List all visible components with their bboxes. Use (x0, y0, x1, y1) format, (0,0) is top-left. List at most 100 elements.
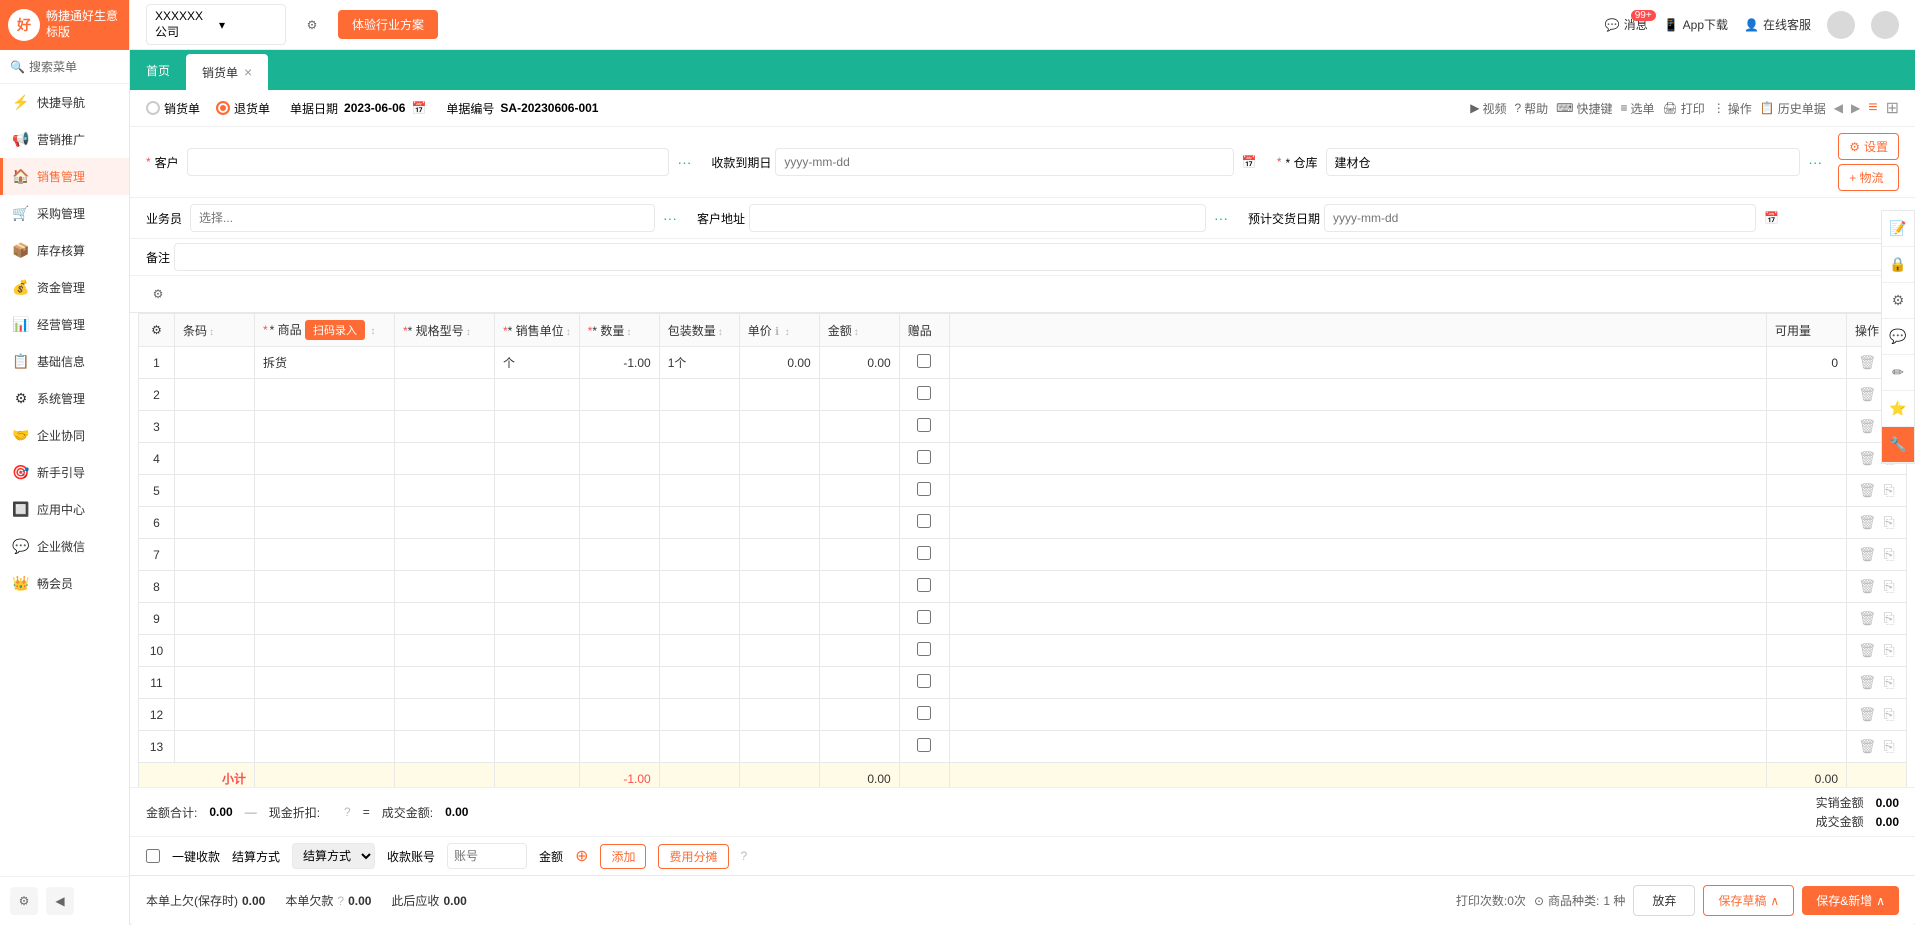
float-orange-icon[interactable]: 🔧 (1882, 427, 1914, 463)
expense-help-icon[interactable]: ? (741, 849, 748, 863)
row-gift-1[interactable] (899, 379, 949, 411)
float-chat-icon[interactable]: 💬 (1882, 319, 1914, 355)
add-circle-icon[interactable]: ⊕ (575, 846, 588, 866)
warehouse-input[interactable] (1326, 148, 1801, 176)
row-gift-6[interactable] (899, 539, 949, 571)
sidebar-item-畅会员[interactable]: 👑畅会员 (0, 565, 129, 602)
salesperson-input[interactable] (190, 204, 655, 232)
company-selector[interactable]: XXXXXX公司 ▾ (146, 4, 286, 45)
nav-next-icon[interactable]: ▶ (1851, 101, 1860, 115)
th-avail[interactable]: 可用量 (1767, 314, 1847, 347)
sidebar-item-企业微信[interactable]: 💬企业微信 (0, 528, 129, 565)
th-amount[interactable]: 金额↕ (819, 314, 899, 347)
row-gift-5[interactable] (899, 507, 949, 539)
header-gear-btn[interactable]: ⚙ (298, 11, 326, 39)
sidebar-collapse-btn[interactable]: ◀ (46, 887, 74, 915)
view-icon-1[interactable]: ≡ (1868, 99, 1877, 117)
th-qty[interactable]: ** 数量↕ (579, 314, 659, 347)
row-gift-7[interactable] (899, 571, 949, 603)
account-input[interactable] (447, 843, 527, 869)
logistics-btn[interactable]: + 物流 (1838, 164, 1899, 191)
sidebar-item-快捷导航[interactable]: ⚡快捷导航 (0, 84, 129, 121)
th-gift[interactable]: 赠品 (899, 314, 949, 347)
row-copy-4[interactable]: ⎘ (1881, 482, 1896, 499)
row-delete-2[interactable]: 🗑 (1856, 418, 1878, 435)
receipt-date-input[interactable] (775, 148, 1233, 176)
row-copy-7[interactable]: ⎘ (1881, 578, 1896, 595)
row-delete-5[interactable]: 🗑 (1856, 514, 1878, 531)
row-gift-0[interactable] (899, 347, 949, 379)
row-gift-8[interactable] (899, 603, 949, 635)
add-payment-btn[interactable]: 添加 (600, 844, 646, 869)
app-download-btn[interactable]: 📱 App下载 (1664, 16, 1728, 33)
sidebar-item-营销推广[interactable]: 📢营销推广 (0, 121, 129, 158)
sidebar-item-销售管理[interactable]: 🏠销售管理 (0, 158, 129, 195)
customer-input[interactable] (187, 148, 670, 176)
help-circle-icon[interactable]: ? (344, 805, 351, 819)
sidebar-item-采购管理[interactable]: 🛒采购管理 (0, 195, 129, 232)
sidebar-settings-btn[interactable]: ⚙ (10, 887, 38, 915)
calendar-icon[interactable]: 📅 (411, 101, 426, 115)
trial-button[interactable]: 体验行业方案 (338, 10, 438, 39)
expected-calendar-icon[interactable]: 📅 (1764, 211, 1779, 225)
th-pkg[interactable]: 包装数量↕ (659, 314, 739, 347)
expected-date-input[interactable] (1324, 204, 1756, 232)
row-copy-11[interactable]: ⎘ (1881, 706, 1896, 723)
sidebar-item-应用中心[interactable]: 🔲应用中心 (0, 491, 129, 528)
th-product[interactable]: ** 商品 扫码录入 ↕ (255, 314, 395, 347)
th-spec[interactable]: ** 规格型号↕ (395, 314, 495, 347)
customer-addr-input[interactable] (749, 204, 1206, 232)
row-delete-3[interactable]: 🗑 (1856, 450, 1878, 467)
select-link[interactable]: ≡ 选单 (1621, 100, 1655, 117)
row-gift-9[interactable] (899, 635, 949, 667)
row-gift-4[interactable] (899, 475, 949, 507)
row-copy-6[interactable]: ⎘ (1881, 546, 1896, 563)
expense-btn[interactable]: 费用分摊 (658, 844, 728, 869)
row-gift-10[interactable] (899, 667, 949, 699)
row-copy-9[interactable]: ⎘ (1881, 642, 1896, 659)
row-delete-10[interactable]: 🗑 (1856, 674, 1878, 691)
sidebar-item-系统管理[interactable]: ⚙系统管理 (0, 380, 129, 417)
price-info-icon[interactable]: ℹ (775, 326, 779, 338)
save-draft-btn[interactable]: 保存草稿 ∧ (1703, 885, 1794, 916)
sidebar-item-企业协同[interactable]: 🤝企业协同 (0, 417, 129, 454)
radio-return[interactable]: 退货单 (216, 100, 270, 117)
radio-sale[interactable]: 销货单 (146, 100, 200, 117)
remarks-input[interactable] (174, 243, 1899, 271)
row-gift-3[interactable] (899, 443, 949, 475)
float-lock-icon[interactable]: 🔒 (1882, 247, 1914, 283)
row-gift-2[interactable] (899, 411, 949, 443)
float-settings-icon[interactable]: ⚙ (1882, 283, 1914, 319)
float-star-icon[interactable]: ⭐ (1882, 391, 1914, 427)
row-delete-4[interactable]: 🗑 (1856, 482, 1878, 499)
row-gift-12[interactable] (899, 731, 949, 763)
single-debt-help[interactable]: ? (337, 894, 344, 908)
th-barcode[interactable]: 条码↕ (175, 314, 255, 347)
float-notes-icon[interactable]: 📝 (1882, 211, 1914, 247)
row-copy-5[interactable]: ⎘ (1881, 514, 1896, 531)
row-delete-9[interactable]: 🗑 (1856, 642, 1878, 659)
tab-sale-order[interactable]: 销货单 × (186, 54, 268, 90)
addr-dots[interactable]: ··· (1214, 210, 1228, 226)
row-copy-10[interactable]: ⎘ (1881, 674, 1896, 691)
row-delete-6[interactable]: 🗑 (1856, 546, 1878, 563)
one-click-checkbox[interactable] (146, 849, 160, 863)
receipt-calendar-icon[interactable]: 📅 (1242, 155, 1257, 169)
row-copy-12[interactable]: ⎘ (1881, 738, 1896, 755)
salesperson-dots[interactable]: ··· (663, 210, 677, 226)
online-service-btn[interactable]: 👤 在线客服 (1744, 16, 1811, 33)
row-copy-8[interactable]: ⎘ (1881, 610, 1896, 627)
row-delete-11[interactable]: 🗑 (1856, 706, 1878, 723)
row-gift-11[interactable] (899, 699, 949, 731)
help-link[interactable]: ? 帮助 (1514, 100, 1548, 117)
warehouse-dots[interactable]: ··· (1808, 154, 1822, 170)
sidebar-item-新手引导[interactable]: 🎯新手引导 (0, 454, 129, 491)
video-link[interactable]: ▶ 视频 (1470, 100, 1506, 117)
tab-close-btn[interactable]: × (244, 64, 252, 80)
save-new-btn[interactable]: 保存&新增 ∧ (1802, 886, 1899, 915)
print-link[interactable]: 🖨 打印 (1663, 100, 1705, 117)
sidebar-item-资金管理[interactable]: 💰资金管理 (0, 269, 129, 306)
row-delete-1[interactable]: 🗑 (1856, 386, 1878, 403)
method-select[interactable]: 结算方式 (292, 843, 375, 869)
customer-dots[interactable]: ··· (677, 154, 691, 170)
